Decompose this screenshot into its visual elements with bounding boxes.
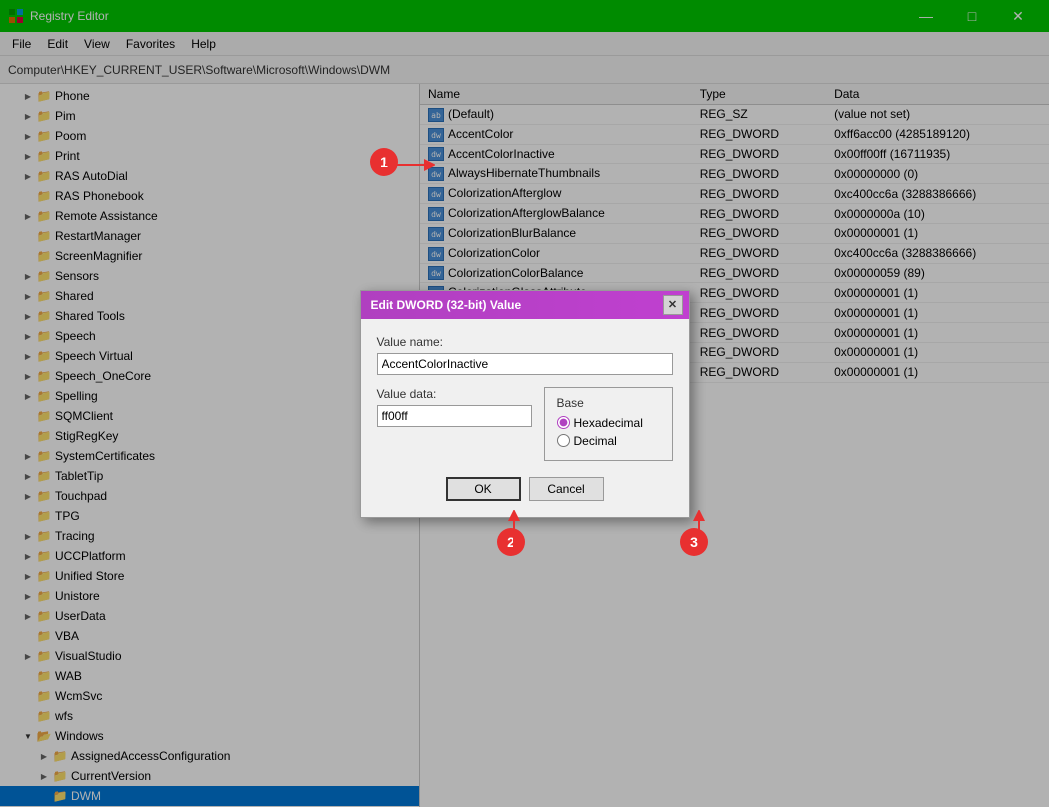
modal-buttons: OK Cancel	[377, 477, 673, 501]
modal-overlay: Edit DWORD (32-bit) Value ✕ Value name: …	[0, 0, 1049, 807]
edit-dword-modal: Edit DWORD (32-bit) Value ✕ Value name: …	[360, 290, 690, 518]
hexadecimal-radio-row: Hexadecimal	[557, 416, 660, 430]
decimal-label: Decimal	[574, 434, 617, 448]
hexadecimal-label: Hexadecimal	[574, 416, 643, 430]
value-data-section: Value data:	[377, 387, 532, 461]
value-data-label: Value data:	[377, 387, 532, 401]
modal-data-row: Value data: Base Hexadecimal Decimal	[377, 387, 673, 461]
base-label: Base	[557, 396, 660, 410]
hexadecimal-radio[interactable]	[557, 416, 570, 429]
value-data-input[interactable]	[377, 405, 532, 427]
value-name-input[interactable]	[377, 353, 673, 375]
base-group: Base Hexadecimal Decimal	[544, 387, 673, 461]
modal-body: Value name: Value data: Base Hexadecimal	[361, 319, 689, 517]
value-name-label: Value name:	[377, 335, 673, 349]
ok-button[interactable]: OK	[446, 477, 521, 501]
modal-title: Edit DWORD (32-bit) Value	[371, 298, 522, 312]
modal-close-button[interactable]: ✕	[663, 295, 683, 315]
modal-title-bar: Edit DWORD (32-bit) Value ✕	[361, 291, 689, 319]
cancel-button[interactable]: Cancel	[529, 477, 604, 501]
decimal-radio-row: Decimal	[557, 434, 660, 448]
decimal-radio[interactable]	[557, 434, 570, 447]
